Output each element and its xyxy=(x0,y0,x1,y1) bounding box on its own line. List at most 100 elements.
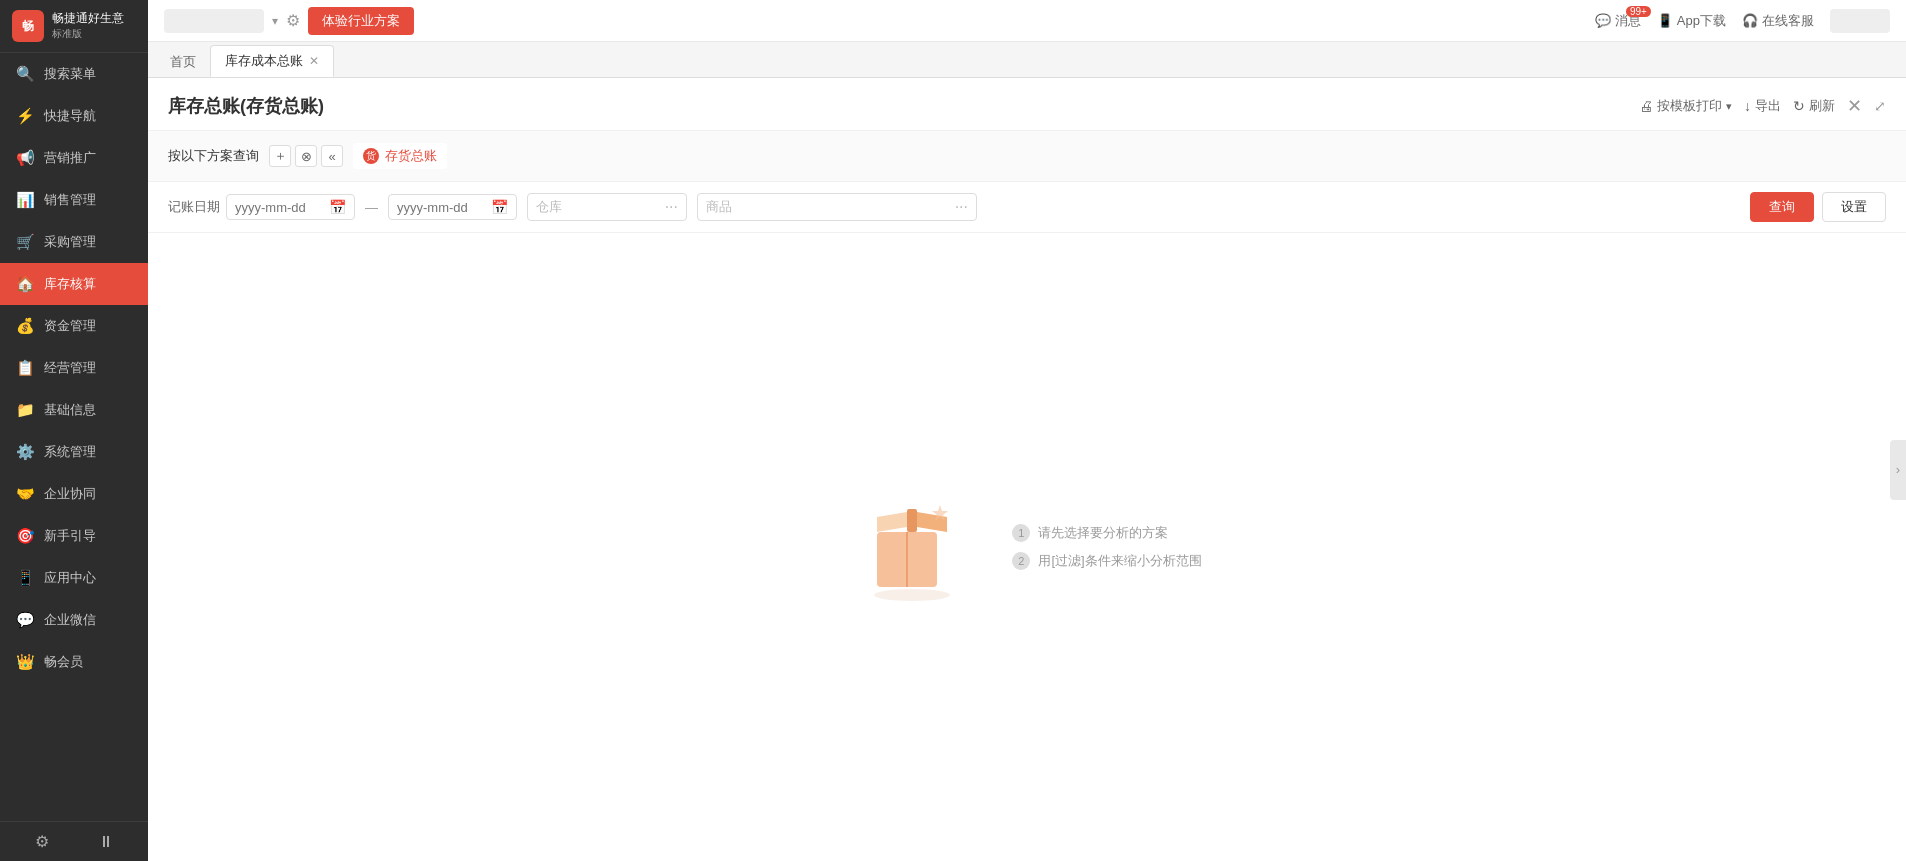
search-btn[interactable]: 查询 xyxy=(1750,192,1814,222)
sidebar-item-search[interactable]: 🔍 搜索菜单 xyxy=(0,53,148,95)
app-download-label: App下载 xyxy=(1677,12,1726,30)
sidebar-logo: 畅 畅捷通好生意 标准版 xyxy=(0,0,148,53)
tab-inventory-ledger[interactable]: 库存成本总账 ✕ xyxy=(210,45,334,77)
user-avatar[interactable] xyxy=(1830,9,1890,33)
sidebar-item-basic-info[interactable]: 📁 基础信息 xyxy=(0,389,148,431)
sidebar-item-app-center[interactable]: 📱 应用中心 xyxy=(0,557,148,599)
print-dropdown-icon: ▾ xyxy=(1726,100,1732,113)
top-bar-right: 💬 消息 99+ 📱 App下载 🎧 在线客服 xyxy=(1595,9,1890,33)
industry-btn[interactable]: 体验行业方案 xyxy=(308,7,414,35)
dropdown-arrow-icon[interactable]: ▾ xyxy=(272,14,278,28)
empty-state: 1 请先选择要分析的方案 2 用[过滤]条件来缩小分析范围 xyxy=(148,233,1906,861)
guide-icon: 🎯 xyxy=(16,527,34,545)
goods-placeholder: 商品 xyxy=(706,198,951,216)
sidebar-item-wechat[interactable]: 💬 企业微信 xyxy=(0,599,148,641)
finance-icon: 💰 xyxy=(16,317,34,335)
online-support-btn[interactable]: 🎧 在线客服 xyxy=(1742,12,1814,30)
date-separator: — xyxy=(365,200,378,215)
messages-btn[interactable]: 💬 消息 99+ xyxy=(1595,12,1641,30)
sidebar-item-purchase[interactable]: 🛒 采购管理 xyxy=(0,221,148,263)
enterprise-icon: 🤝 xyxy=(16,485,34,503)
sidebar-item-label: 营销推广 xyxy=(44,149,96,167)
sidebar-nav: 🔍 搜索菜单 ⚡ 快捷导航 📢 营销推广 📊 销售管理 🛒 采购管理 🏠 库存核… xyxy=(0,53,148,821)
date-start-input[interactable] xyxy=(235,200,325,215)
empty-step2: 2 用[过滤]条件来缩小分析范围 xyxy=(1012,552,1201,570)
date-label: 记账日期 xyxy=(168,198,220,216)
refresh-icon: ↻ xyxy=(1793,98,1805,114)
filter-add-btn[interactable]: ＋ xyxy=(269,145,291,167)
filter-add-btns: ＋ ⊗ « xyxy=(269,145,343,167)
sidebar-item-label: 企业协同 xyxy=(44,485,96,503)
goods-selector[interactable]: 商品 ··· xyxy=(697,193,977,221)
filter-scheme-item[interactable]: 货 存货总账 xyxy=(353,143,447,169)
top-bar: ▾ ⚙ 体验行业方案 💬 消息 99+ 📱 App下载 🎧 在线客服 xyxy=(148,0,1906,42)
refresh-btn[interactable]: ↻ 刷新 xyxy=(1793,97,1835,115)
export-btn[interactable]: ↓ 导出 xyxy=(1744,97,1781,115)
scheme-name: 存货总账 xyxy=(385,147,437,165)
tab-close-icon[interactable]: ✕ xyxy=(309,54,319,68)
sidebar-item-label: 基础信息 xyxy=(44,401,96,419)
print-label: 按模板打印 xyxy=(1657,97,1722,115)
sidebar-item-label: 畅会员 xyxy=(44,653,83,671)
sidebar-item-guide[interactable]: 🎯 新手引导 xyxy=(0,515,148,557)
filter-area: 按以下方案查询 ＋ ⊗ « 货 存货总账 xyxy=(148,131,1906,182)
app-download-btn[interactable]: 📱 App下载 xyxy=(1657,12,1726,30)
filter-collapse-btn[interactable]: « xyxy=(321,145,343,167)
app-center-icon: 📱 xyxy=(16,569,34,587)
settings-bottom-btn[interactable]: ⚙ xyxy=(35,832,49,851)
collapse-btn[interactable]: ⏸ xyxy=(98,833,114,851)
date-end-input-wrap[interactable]: 📅 xyxy=(388,194,517,220)
print-btn[interactable]: 🖨 按模板打印 ▾ xyxy=(1639,97,1732,115)
quick-nav-icon: ⚡ xyxy=(16,107,34,125)
settings-query-btn[interactable]: 设置 xyxy=(1822,192,1886,222)
sidebar-item-system[interactable]: ⚙️ 系统管理 xyxy=(0,431,148,473)
export-icon: ↓ xyxy=(1744,98,1751,114)
sidebar-item-marketing[interactable]: 📢 营销推广 xyxy=(0,137,148,179)
date-field: 记账日期 📅 — 📅 xyxy=(168,194,517,220)
warehouse-placeholder: 仓库 xyxy=(536,198,661,216)
logo-text-area: 畅捷通好生意 标准版 xyxy=(52,11,124,41)
date-start-input-wrap[interactable]: 📅 xyxy=(226,194,355,220)
sidebar-item-quick-nav[interactable]: ⚡ 快捷导航 xyxy=(0,95,148,137)
goods-more-icon[interactable]: ··· xyxy=(955,198,968,216)
warehouse-more-icon[interactable]: ··· xyxy=(665,198,678,216)
tab-home[interactable]: 首页 xyxy=(156,47,210,77)
calendar-start-icon[interactable]: 📅 xyxy=(329,199,346,215)
query-bar: 记账日期 📅 — 📅 仓库 ··· 商品 ··· 查询 xyxy=(148,182,1906,233)
sidebar-item-finance[interactable]: 💰 资金管理 xyxy=(0,305,148,347)
step1-circle: 1 xyxy=(1012,524,1030,542)
calendar-end-icon[interactable]: 📅 xyxy=(491,199,508,215)
right-panel-toggle[interactable]: › xyxy=(1890,440,1906,500)
search-icon: 🔍 xyxy=(16,65,34,83)
app-download-icon: 📱 xyxy=(1657,13,1673,28)
page-content: 库存总账(存货总账) 🖨 按模板打印 ▾ ↓ 导出 ↻ 刷新 ✕ ⤢ xyxy=(148,78,1906,861)
inventory-tab-label: 库存成本总账 xyxy=(225,52,303,70)
sidebar-item-enterprise[interactable]: 🤝 企业协同 xyxy=(0,473,148,515)
sidebar-item-sales[interactable]: 📊 销售管理 xyxy=(0,179,148,221)
sidebar-item-label: 采购管理 xyxy=(44,233,96,251)
sales-icon: 📊 xyxy=(16,191,34,209)
close-panel-btn[interactable]: ✕ xyxy=(1847,95,1862,117)
warehouse-selector[interactable]: 仓库 ··· xyxy=(527,193,687,221)
step1-text: 请先选择要分析的方案 xyxy=(1038,524,1168,542)
sidebar-item-label: 资金管理 xyxy=(44,317,96,335)
empty-svg xyxy=(852,487,972,607)
page-title: 库存总账(存货总账) xyxy=(168,94,324,118)
svg-point-0 xyxy=(874,589,950,601)
settings-gear-icon[interactable]: ⚙ xyxy=(286,11,300,30)
query-actions: 查询 设置 xyxy=(1750,192,1886,222)
messages-badge: 99+ xyxy=(1626,6,1651,17)
sidebar-item-operations[interactable]: 📋 经营管理 xyxy=(0,347,148,389)
filter-remove-btn[interactable]: ⊗ xyxy=(295,145,317,167)
print-icon: 🖨 xyxy=(1639,98,1653,114)
date-end-input[interactable] xyxy=(397,200,487,215)
purchase-icon: 🛒 xyxy=(16,233,34,251)
sidebar-item-label: 企业微信 xyxy=(44,611,96,629)
tab-bar: 首页 库存成本总账 ✕ xyxy=(148,42,1906,78)
empty-illustration xyxy=(852,487,972,607)
sidebar-item-member[interactable]: 👑 畅会员 xyxy=(0,641,148,683)
sidebar-item-label: 经营管理 xyxy=(44,359,96,377)
sidebar-item-inventory[interactable]: 🏠 库存核算 xyxy=(0,263,148,305)
expand-panel-btn[interactable]: ⤢ xyxy=(1874,98,1886,114)
svg-rect-4 xyxy=(907,509,917,532)
